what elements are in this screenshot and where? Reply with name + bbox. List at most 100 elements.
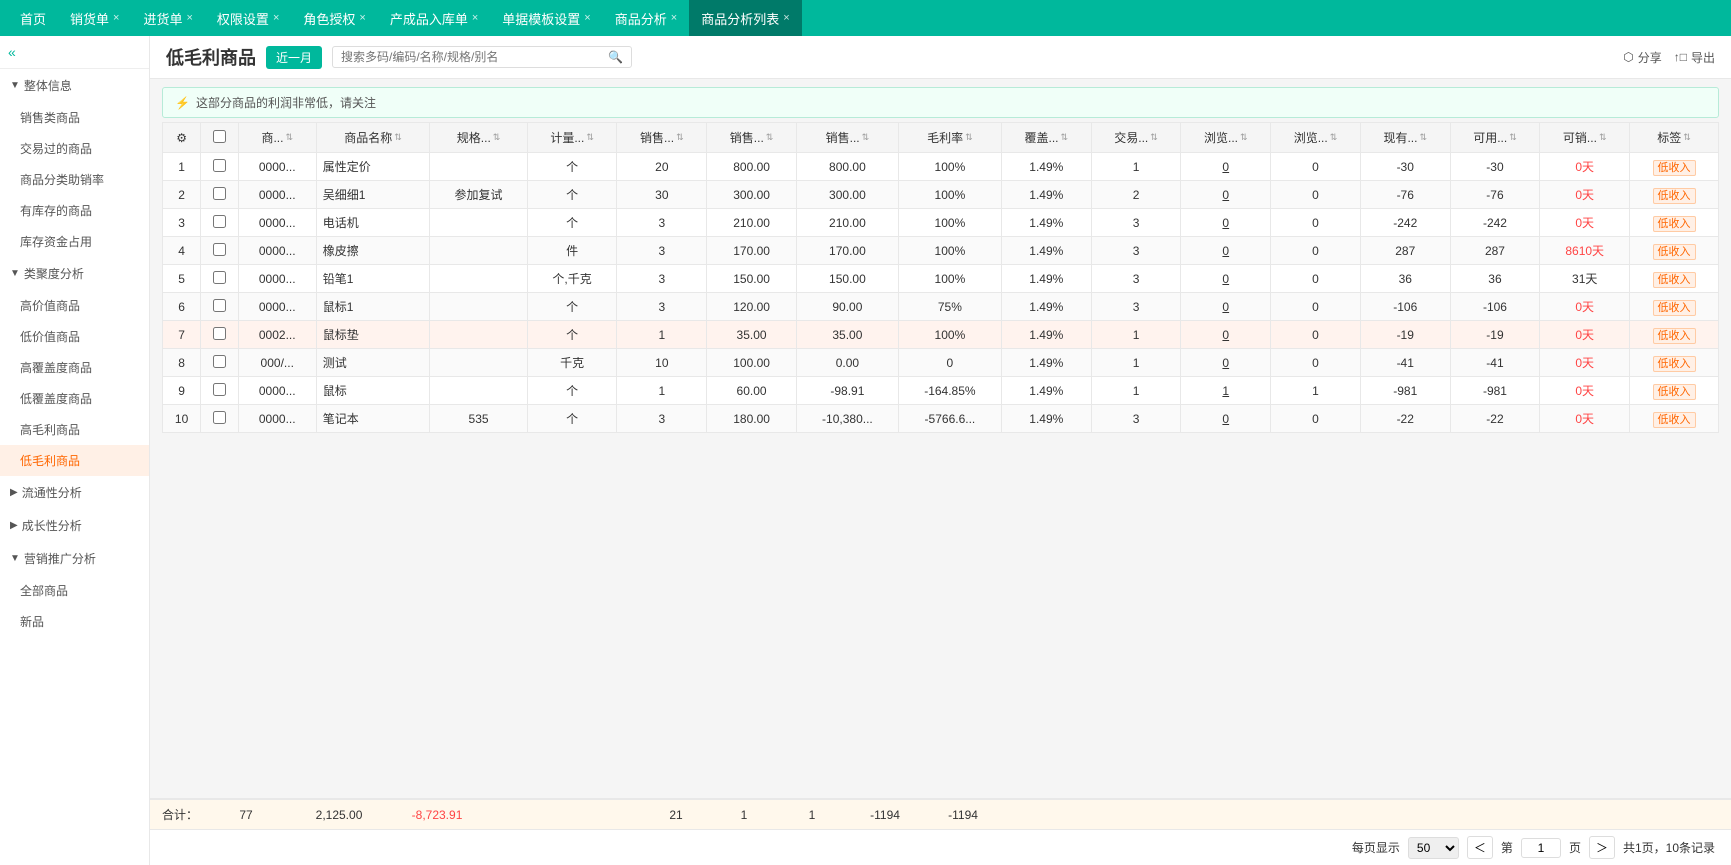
th-checkbox[interactable] [201, 123, 239, 153]
th-sales-price[interactable]: 销售...⇅ [707, 123, 797, 153]
select-all-checkbox[interactable] [213, 130, 226, 143]
row-checkbox[interactable] [213, 411, 226, 424]
th-available[interactable]: 可用...⇅ [1450, 123, 1540, 153]
row-spec [430, 293, 527, 321]
sidebar-item-inventory-products[interactable]: 有库存的商品 [0, 195, 149, 226]
share-btn[interactable]: ⬡ 分享 [1623, 49, 1662, 66]
next-page-btn[interactable]: ＞ [1589, 836, 1615, 859]
row-checkbox[interactable] [213, 383, 226, 396]
row-checkbox-cell[interactable] [201, 209, 239, 237]
sidebar-item-sales-products[interactable]: 销售类商品 [0, 102, 149, 133]
row-checkbox-cell[interactable] [201, 349, 239, 377]
search-input[interactable] [341, 50, 608, 64]
th-sales-profit[interactable]: 销售...⇅ [796, 123, 898, 153]
sidebar-item-category-rate[interactable]: 商品分类助销率 [0, 164, 149, 195]
row-current-stock: -19 [1360, 321, 1450, 349]
row-available: -242 [1450, 209, 1540, 237]
row-checkbox[interactable] [213, 299, 226, 312]
th-unit[interactable]: 计量...⇅ [527, 123, 617, 153]
row-checkbox-cell[interactable] [201, 293, 239, 321]
nav-template-close[interactable]: × [584, 12, 590, 24]
th-sales-qty[interactable]: 销售...⇅ [617, 123, 707, 153]
sidebar-item-high-value[interactable]: 高价值商品 [0, 290, 149, 321]
sidebar-group-aggregation[interactable]: ▼ 类聚度分析 [0, 257, 149, 290]
row-checkbox-cell[interactable] [201, 405, 239, 433]
filter-recent-month-btn[interactable]: 近一月 [266, 46, 322, 69]
row-sales-qty: 3 [617, 405, 707, 433]
nav-product-list-close[interactable]: × [783, 12, 789, 24]
th-saleable[interactable]: 可销...⇅ [1540, 123, 1630, 153]
row-checkbox-cell[interactable] [201, 377, 239, 405]
nav-sales-close[interactable]: × [113, 12, 119, 24]
nav-permission-close[interactable]: × [273, 12, 279, 24]
row-checkbox[interactable] [213, 215, 226, 228]
nav-purchase-close[interactable]: × [186, 12, 192, 24]
row-checkbox-cell[interactable] [201, 237, 239, 265]
nav-product-analysis-close[interactable]: × [671, 12, 677, 24]
row-view1[interactable]: 0 [1181, 265, 1271, 293]
th-coverage[interactable]: 覆盖...⇅ [1001, 123, 1091, 153]
th-gross-rate[interactable]: 毛利率⇅ [898, 123, 1001, 153]
th-transaction[interactable]: 交易...⇅ [1091, 123, 1181, 153]
nav-permission[interactable]: 权限设置 × [205, 0, 291, 36]
sidebar-item-new-products[interactable]: 新品 [0, 606, 149, 637]
row-checkbox[interactable] [213, 327, 226, 340]
th-view2[interactable]: 浏览...⇅ [1271, 123, 1361, 153]
row-view1[interactable]: 0 [1181, 321, 1271, 349]
nav-product-entry-close[interactable]: × [472, 12, 478, 24]
sidebar-collapse-btn[interactable]: « [8, 44, 16, 60]
page-number-input[interactable] [1521, 838, 1561, 858]
sidebar-item-low-profit[interactable]: 低毛利商品 [0, 445, 149, 476]
sidebar-item-traded-products[interactable]: 交易过的商品 [0, 133, 149, 164]
th-spec[interactable]: 规格...⇅ [430, 123, 527, 153]
nav-template[interactable]: 单据模板设置 × [490, 0, 602, 36]
sidebar-item-high-coverage[interactable]: 高覆盖度商品 [0, 352, 149, 383]
table-wrapper[interactable]: ⚙ 商...⇅ 商品名称⇅ 规格...⇅ 计量...⇅ 销售...⇅ 销售...… [162, 122, 1719, 798]
sidebar-item-low-coverage[interactable]: 低覆盖度商品 [0, 383, 149, 414]
row-view1[interactable]: 0 [1181, 405, 1271, 433]
row-checkbox-cell[interactable] [201, 265, 239, 293]
th-code[interactable]: 商...⇅ [238, 123, 316, 153]
row-checkbox-cell[interactable] [201, 153, 239, 181]
row-checkbox[interactable] [213, 355, 226, 368]
row-checkbox[interactable] [213, 187, 226, 200]
nav-purchase[interactable]: 进货单 × [131, 0, 204, 36]
sidebar-group-marketing[interactable]: ▼ 营销推广分析 [0, 542, 149, 575]
row-view1[interactable]: 0 [1181, 209, 1271, 237]
sidebar-item-all-products[interactable]: 全部商品 [0, 575, 149, 606]
th-settings[interactable]: ⚙ [163, 123, 201, 153]
th-current-stock[interactable]: 现有...⇅ [1360, 123, 1450, 153]
nav-product-analysis-list[interactable]: 商品分析列表 × [689, 0, 801, 36]
nav-product-analysis[interactable]: 商品分析 × [603, 0, 689, 36]
nav-sales[interactable]: 销货单 × [58, 0, 131, 36]
row-checkbox[interactable] [213, 159, 226, 172]
nav-product-entry[interactable]: 产成品入库单 × [378, 0, 490, 36]
sidebar-group-flow[interactable]: ▶ 流通性分析 [0, 476, 149, 509]
nav-home[interactable]: 首页 [8, 0, 58, 36]
row-view2: 1 [1271, 377, 1361, 405]
th-tag[interactable]: 标签⇅ [1630, 123, 1719, 153]
row-view1[interactable]: 0 [1181, 153, 1271, 181]
row-view1[interactable]: 0 [1181, 349, 1271, 377]
row-checkbox[interactable] [213, 243, 226, 256]
sidebar-item-low-value[interactable]: 低价值商品 [0, 321, 149, 352]
nav-role-close[interactable]: × [359, 12, 365, 24]
sidebar-item-inventory-capital[interactable]: 库存资金占用 [0, 226, 149, 257]
sidebar-group-overall[interactable]: ▼ 整体信息 [0, 69, 149, 102]
export-btn[interactable]: ↑□ 导出 [1674, 49, 1715, 66]
prev-page-btn[interactable]: ＜ [1467, 836, 1493, 859]
row-checkbox-cell[interactable] [201, 181, 239, 209]
row-view1[interactable]: 0 [1181, 181, 1271, 209]
per-page-select[interactable]: 50 20 100 [1408, 837, 1459, 859]
row-checkbox[interactable] [213, 271, 226, 284]
th-name[interactable]: 商品名称⇅ [316, 123, 430, 153]
row-checkbox-cell[interactable] [201, 321, 239, 349]
sidebar-item-high-profit[interactable]: 高毛利商品 [0, 414, 149, 445]
row-view1[interactable]: 1 [1181, 377, 1271, 405]
search-icon[interactable]: 🔍 [608, 50, 623, 64]
nav-role[interactable]: 角色授权 × [291, 0, 377, 36]
th-view1[interactable]: 浏览...⇅ [1181, 123, 1271, 153]
row-view1[interactable]: 0 [1181, 293, 1271, 321]
sidebar-group-growth[interactable]: ▶ 成长性分析 [0, 509, 149, 542]
row-view1[interactable]: 0 [1181, 237, 1271, 265]
